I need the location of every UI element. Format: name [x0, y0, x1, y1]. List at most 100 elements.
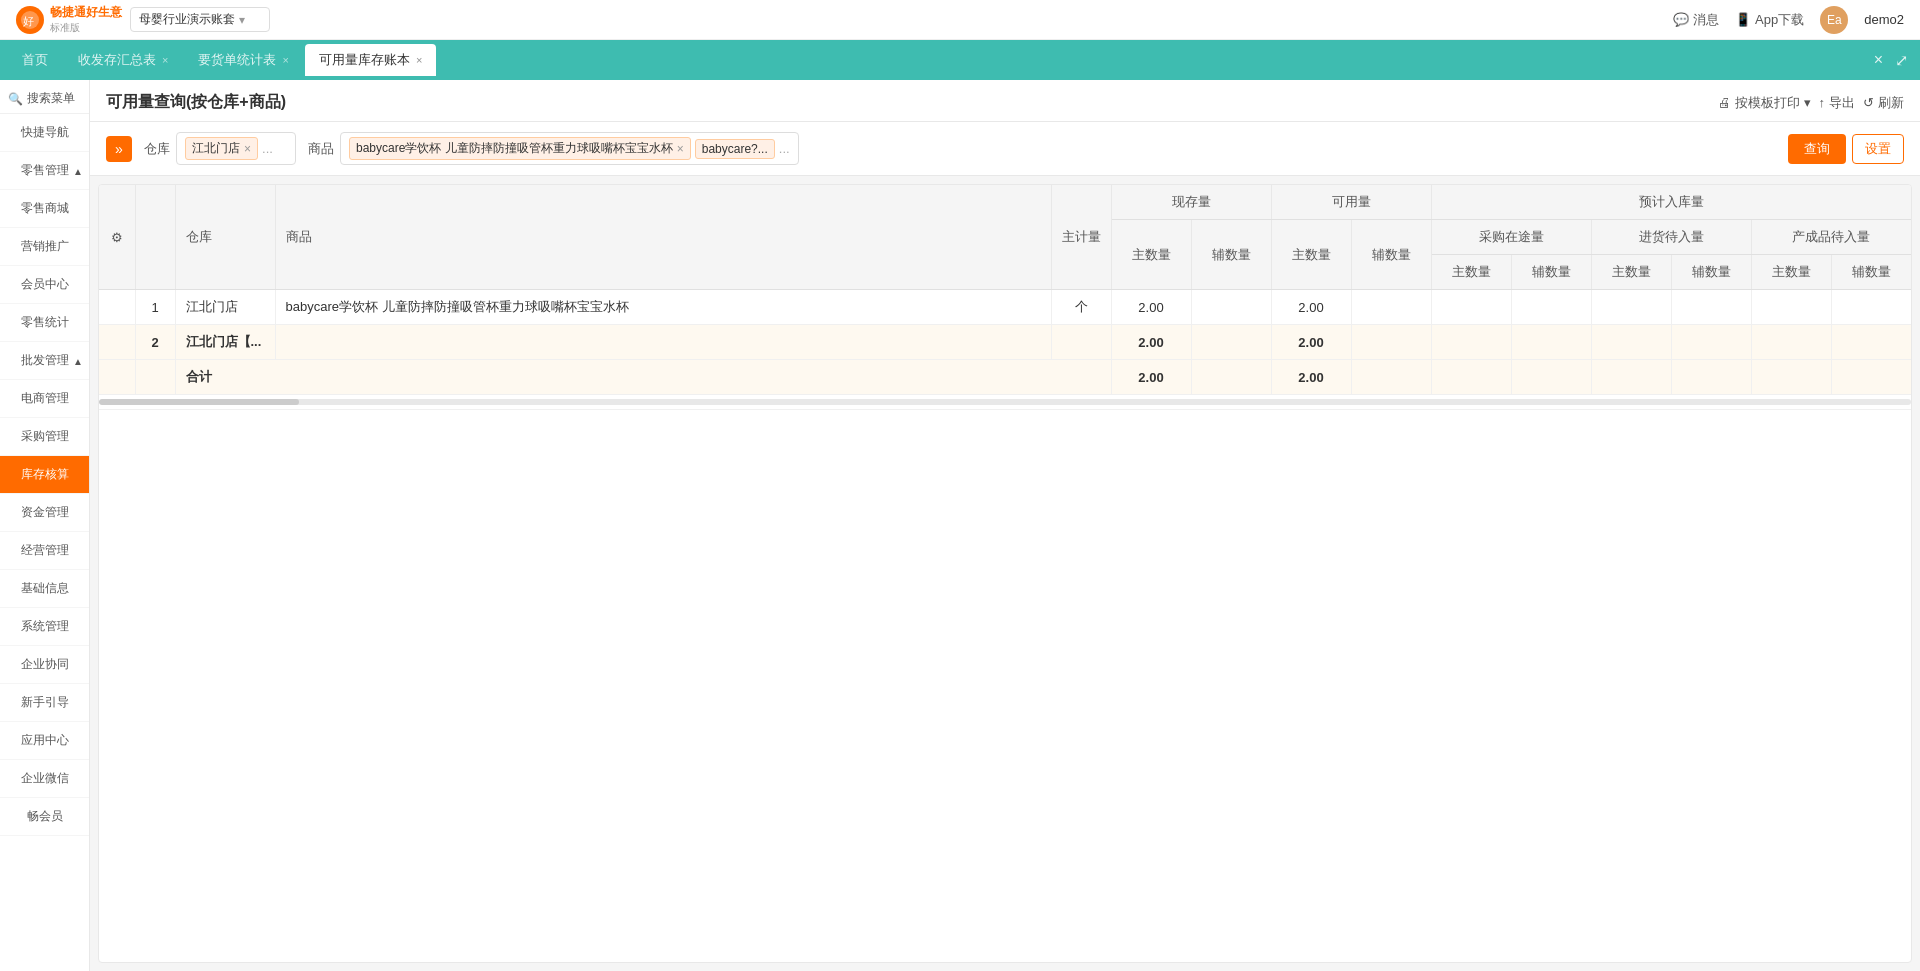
- industry-selector[interactable]: 母婴行业演示账套 ▾: [130, 7, 270, 32]
- tab-home[interactable]: 首页: [8, 44, 62, 76]
- sidebar-item-finance[interactable]: 资金管理: [0, 494, 89, 532]
- cell-settings-2: [99, 325, 135, 360]
- cell-no: 1: [135, 290, 175, 325]
- cell-current-aux: [1191, 290, 1271, 325]
- footer-current-main: 2.00: [1111, 360, 1191, 395]
- sidebar-item-inventory[interactable]: 库存核算: [0, 456, 89, 494]
- warehouse-input[interactable]: 江北门店 × ...: [176, 132, 296, 165]
- th-available-main: 主数量: [1271, 220, 1351, 290]
- sidebar-item-guide[interactable]: 新手引导: [0, 684, 89, 722]
- th-no: [135, 185, 175, 290]
- cell-production-aux-2: [1831, 325, 1911, 360]
- logo-sub: 标准版: [50, 21, 122, 35]
- sidebar-item-member[interactable]: 会员中心: [0, 266, 89, 304]
- svg-text:好: 好: [23, 15, 34, 27]
- warehouse-tag-close[interactable]: ×: [244, 142, 251, 156]
- cell-available-main: 2.00: [1271, 290, 1351, 325]
- msg-button[interactable]: 💬 消息: [1673, 11, 1719, 29]
- table-row: 2 江北门店【... 2.00 2.00: [99, 325, 1911, 360]
- expand-icon[interactable]: ⤢: [1891, 47, 1912, 74]
- product-input[interactable]: babycare学饮杯 儿童防摔防撞吸管杯重力球吸嘴杯宝宝水杯 × babyca…: [340, 132, 799, 165]
- cell-no-2: 2: [135, 325, 175, 360]
- sidebar-item-retail-mall[interactable]: 零售商城: [0, 190, 89, 228]
- cell-purchase-main: [1431, 290, 1511, 325]
- warehouse-filter: 仓库 江北门店 × ...: [144, 132, 296, 165]
- product-label: 商品: [308, 140, 334, 158]
- search-icon: 🔍: [8, 92, 23, 106]
- footer-available-aux: [1351, 360, 1431, 395]
- table-wrapper: ⚙ 仓库 商品 主计量 现存量 可用量 预计入库量 主数量 辅数量 主数量: [98, 184, 1912, 963]
- export-button[interactable]: ↑ 导出: [1819, 94, 1856, 112]
- th-production-pending: 产成品待入量: [1751, 220, 1911, 255]
- top-bar-right: 💬 消息 📱 App下载 Ea demo2: [1673, 6, 1904, 34]
- sidebar-item-wholesale[interactable]: 批发管理 ▲: [0, 342, 89, 380]
- sidebar-item-system[interactable]: 系统管理: [0, 608, 89, 646]
- sidebar-item-wechat[interactable]: 企业微信: [0, 760, 89, 798]
- sidebar-purchase-label: 采购管理: [4, 428, 85, 445]
- sidebar-item-quick-nav[interactable]: 快捷导航: [0, 114, 89, 152]
- tab-order-close[interactable]: ×: [282, 54, 288, 66]
- th-production-aux: 辅数量: [1831, 255, 1911, 290]
- sidebar-marketing-label: 营销推广: [4, 238, 85, 255]
- product-more-icon[interactable]: ...: [779, 141, 790, 156]
- settings-button[interactable]: 设置: [1852, 134, 1904, 164]
- footer-production-aux: [1831, 360, 1911, 395]
- sidebar-basic-info-label: 基础信息: [4, 580, 85, 597]
- nav-tabs-right: × ⤢: [1870, 47, 1912, 74]
- sidebar-item-enterprise[interactable]: 企业协同: [0, 646, 89, 684]
- footer-purchase-main: [1431, 360, 1511, 395]
- sidebar-item-purchase[interactable]: 采购管理: [0, 418, 89, 456]
- username[interactable]: demo2: [1864, 12, 1904, 27]
- th-current-main: 主数量: [1111, 220, 1191, 290]
- sidebar-item-ecommerce[interactable]: 电商管理: [0, 380, 89, 418]
- warehouse-more-icon[interactable]: ...: [262, 141, 273, 156]
- table-row: 1 江北门店 babycare学饮杯 儿童防摔防撞吸管杯重力球吸嘴杯宝宝水杯 个…: [99, 290, 1911, 325]
- sidebar-item-member2[interactable]: 畅会员: [0, 798, 89, 836]
- tab-inventory-close[interactable]: ×: [416, 54, 422, 66]
- th-available: 可用量: [1271, 185, 1431, 220]
- sidebar-retail-mall-label: 零售商城: [4, 200, 85, 217]
- tab-available-inventory[interactable]: 可用量库存账本 ×: [305, 44, 436, 76]
- app-label: App下载: [1755, 11, 1804, 29]
- footer-incoming-main: [1591, 360, 1671, 395]
- th-purchase-transit: 采购在途量: [1431, 220, 1591, 255]
- scrollbar-thumb: [99, 399, 299, 405]
- msg-label: 消息: [1693, 11, 1719, 29]
- th-planned-inbound: 预计入库量: [1431, 185, 1911, 220]
- warehouse-tag: 江北门店 ×: [185, 137, 258, 160]
- cell-available-main-2: 2.00: [1271, 325, 1351, 360]
- sidebar-search[interactable]: 🔍 搜索菜单: [0, 80, 89, 114]
- template-print-button[interactable]: 🖨 按模板打印 ▾: [1718, 94, 1811, 112]
- footer-settings: [99, 360, 135, 395]
- sidebar-item-basic-info[interactable]: 基础信息: [0, 570, 89, 608]
- close-all-icon[interactable]: ×: [1870, 47, 1887, 74]
- page-actions: 🖨 按模板打印 ▾ ↑ 导出 ↺ 刷新: [1718, 94, 1905, 112]
- tab-receivable-summary[interactable]: 收发存汇总表 ×: [64, 44, 182, 76]
- settings-icon[interactable]: ⚙: [111, 230, 123, 245]
- sidebar-app-center-label: 应用中心: [4, 732, 85, 749]
- sidebar-item-marketing[interactable]: 营销推广: [0, 228, 89, 266]
- sidebar-item-operations[interactable]: 经营管理: [0, 532, 89, 570]
- cell-unit-2: [1051, 325, 1111, 360]
- sidebar-item-retail-mgmt[interactable]: 零售管理 ▲: [0, 152, 89, 190]
- sidebar-retail-stats-label: 零售统计: [4, 314, 85, 331]
- cell-purchase-aux: [1511, 290, 1591, 325]
- chevron-icon: ▲: [73, 165, 83, 176]
- horizontal-scrollbar[interactable]: [99, 399, 1911, 405]
- app-download-button[interactable]: 📱 App下载: [1735, 11, 1804, 29]
- refresh-button[interactable]: ↺ 刷新: [1863, 94, 1904, 112]
- sidebar-item-retail-stats[interactable]: 零售统计: [0, 304, 89, 342]
- product-tag1-close[interactable]: ×: [677, 142, 684, 156]
- tab-home-label: 首页: [22, 51, 48, 69]
- sidebar-item-app-center[interactable]: 应用中心: [0, 722, 89, 760]
- th-purchase-main: 主数量: [1431, 255, 1511, 290]
- tab-receivable-label: 收发存汇总表: [78, 51, 156, 69]
- sidebar-member2-label: 畅会员: [4, 808, 85, 825]
- avatar[interactable]: Ea: [1820, 6, 1848, 34]
- sidebar-enterprise-label: 企业协同: [4, 656, 85, 673]
- tab-receivable-close[interactable]: ×: [162, 54, 168, 66]
- query-button[interactable]: 查询: [1788, 134, 1846, 164]
- cell-purchase-main-2: [1431, 325, 1511, 360]
- filter-toggle-button[interactable]: »: [106, 136, 132, 162]
- tab-order-stats[interactable]: 要货单统计表 ×: [184, 44, 302, 76]
